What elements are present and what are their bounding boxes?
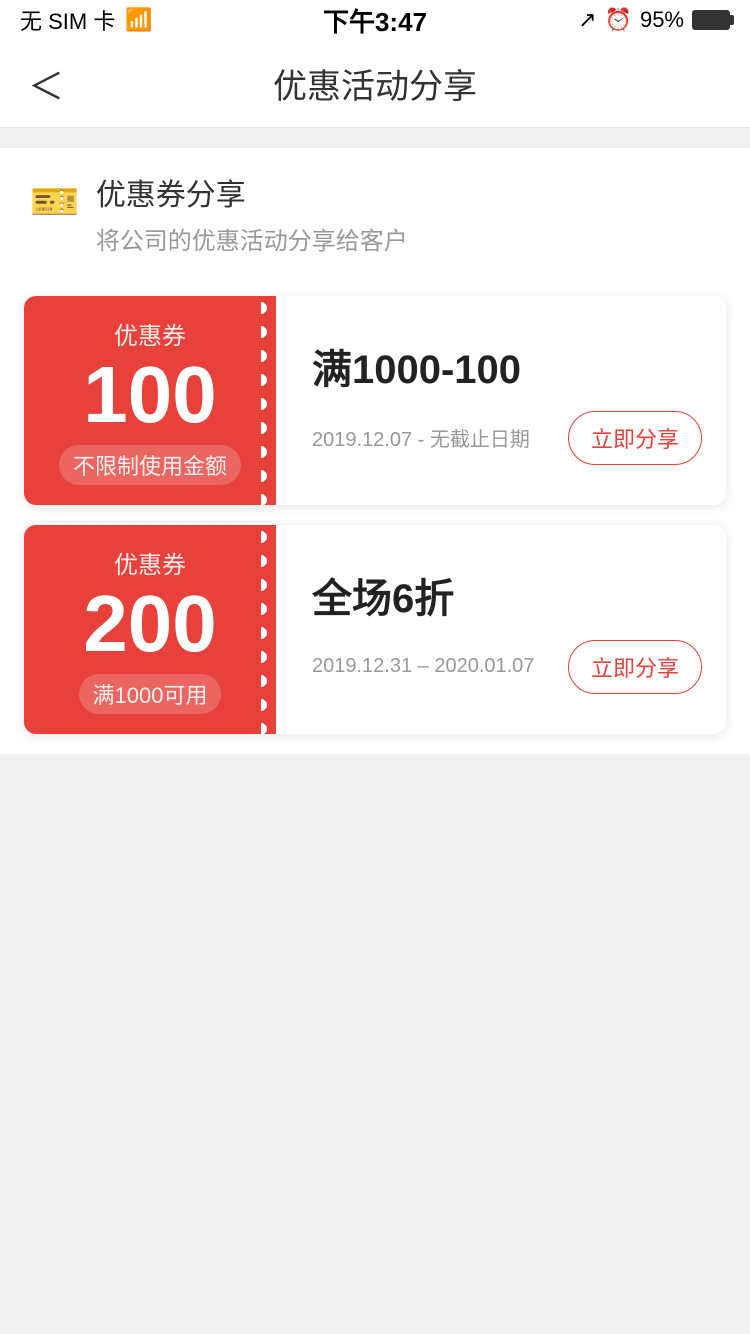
status-bar: 无 SIM 卡 📶 下午3:47 ↗ ⏰ 95% — [0, 0, 750, 40]
coupon-label-0: 优惠券 — [114, 316, 186, 351]
status-left: 无 SIM 卡 📶 — [20, 4, 153, 36]
coupon-condition-1: 满1000可用 — [79, 674, 222, 714]
coupon-amount-0: 100 — [83, 355, 216, 435]
battery-text: 95% — [640, 7, 684, 33]
coupon-left-0: 优惠券 100 不限制使用金额 — [24, 296, 276, 505]
coupon-date-1: 2019.12.31 – 2020.01.07 — [312, 655, 534, 678]
wifi-icon: 📶 — [125, 7, 152, 33]
coupon-share-icon: 🎫 — [30, 178, 80, 225]
status-right: ↗ ⏰ 95% — [578, 7, 730, 33]
share-button-0[interactable]: 立即分享 — [568, 411, 702, 465]
coupon-condition-0: 不限制使用金额 — [59, 445, 241, 485]
status-time: 下午3:47 — [323, 2, 427, 39]
coupon-list: 优惠券 100 不限制使用金额 满1000-100 2019.12.07 - 无… — [0, 276, 750, 754]
battery-icon — [692, 10, 730, 30]
nav-bar: ＜ 优惠活动分享 — [0, 40, 750, 128]
section-subtitle: 将公司的优惠活动分享给客户 — [96, 221, 408, 256]
section-title: 优惠券分享 — [96, 176, 408, 215]
coupon-name-0: 满1000-100 — [312, 337, 702, 395]
section-text: 优惠券分享 将公司的优惠活动分享给客户 — [96, 176, 408, 256]
coupon-meta-row-0: 2019.12.07 - 无截止日期 立即分享 — [312, 411, 702, 465]
coupon-card: 优惠券 200 满1000可用 全场6折 2019.12.31 – 2020.0… — [24, 525, 726, 734]
coupon-meta-row-1: 2019.12.31 – 2020.01.07 立即分享 — [312, 640, 702, 694]
coupon-right-1: 全场6折 2019.12.31 – 2020.01.07 立即分享 — [276, 525, 726, 734]
coupon-left-1: 优惠券 200 满1000可用 — [24, 525, 276, 734]
coupon-right-0: 满1000-100 2019.12.07 - 无截止日期 立即分享 — [276, 296, 726, 505]
page-title: 优惠活动分享 — [273, 59, 477, 108]
coupon-date-0: 2019.12.07 - 无截止日期 — [312, 423, 530, 452]
carrier-text: 无 SIM 卡 — [20, 4, 115, 36]
back-button[interactable]: ＜ — [28, 58, 64, 110]
location-icon: ↗ — [578, 7, 596, 33]
coupon-card: 优惠券 100 不限制使用金额 满1000-100 2019.12.07 - 无… — [24, 296, 726, 505]
section-header: 🎫 优惠券分享 将公司的优惠活动分享给客户 — [0, 148, 750, 276]
share-button-1[interactable]: 立即分享 — [568, 640, 702, 694]
coupon-label-1: 优惠券 — [114, 545, 186, 580]
background-fill — [0, 754, 750, 1254]
top-divider — [0, 128, 750, 148]
coupon-name-1: 全场6折 — [312, 566, 702, 624]
coupon-amount-1: 200 — [83, 584, 216, 664]
alarm-icon: ⏰ — [605, 7, 632, 33]
